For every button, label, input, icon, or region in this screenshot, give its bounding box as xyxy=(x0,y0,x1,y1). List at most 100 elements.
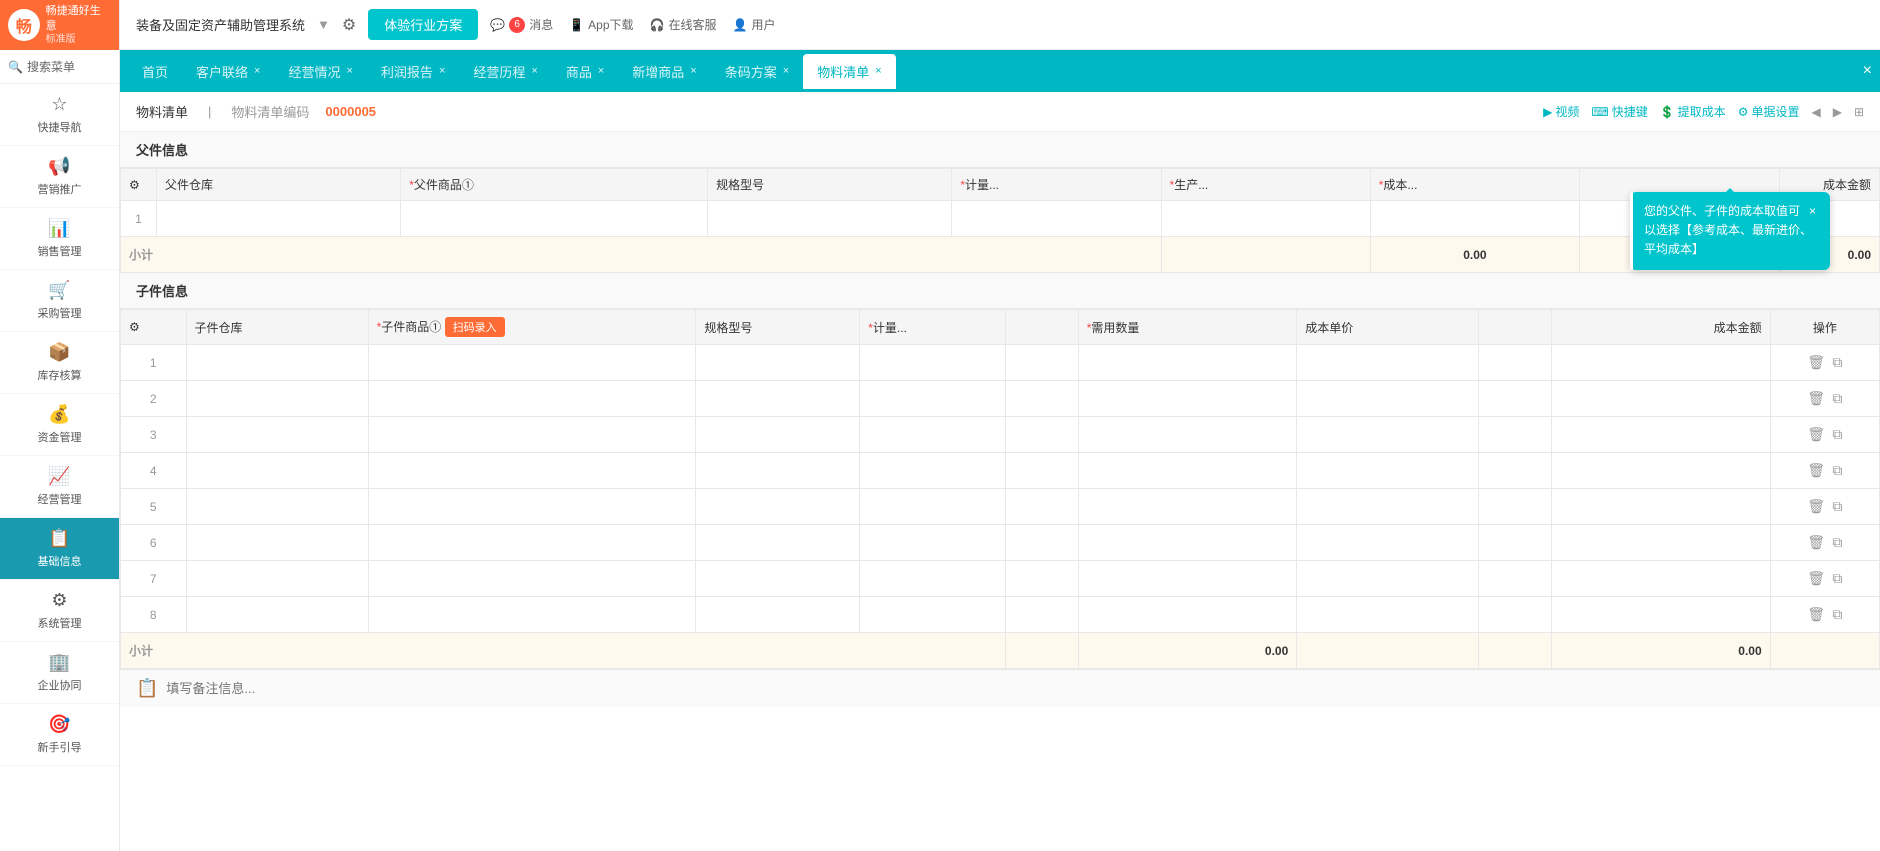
parent-col-spec: 规格型号 xyxy=(708,169,952,201)
tab-bom[interactable]: 物料清单 × xyxy=(803,54,895,89)
tab-label: 经营历程 xyxy=(473,62,525,81)
parent-product-cell[interactable] xyxy=(401,201,708,237)
copy-icon[interactable]: ⧉ xyxy=(1832,498,1842,514)
scan-button[interactable]: 扫码录入 xyxy=(445,317,505,337)
settings-icon[interactable]: ⚙ xyxy=(342,15,356,35)
tab-operations[interactable]: 经营情况 × xyxy=(274,54,366,89)
tab-home[interactable]: 首页 xyxy=(128,54,182,89)
sidebar-item-label: 经营管理 xyxy=(38,491,82,507)
tab-close-icon[interactable]: × xyxy=(783,65,789,77)
sidebar-item-marketing[interactable]: 📢 营销推广 xyxy=(0,146,119,208)
app-download-item[interactable]: 📱 App下载 xyxy=(569,16,633,33)
tab-barcode[interactable]: 条码方案 × xyxy=(711,54,803,89)
tab-history[interactable]: 经营历程 × xyxy=(459,54,551,89)
close-all-tabs[interactable]: × xyxy=(1863,62,1872,80)
tab-label: 新增商品 xyxy=(632,62,684,81)
copy-icon[interactable]: ⧉ xyxy=(1832,354,1842,370)
note-input[interactable] xyxy=(166,681,466,696)
sidebar-item-system[interactable]: ⚙ 系统管理 xyxy=(0,580,119,642)
tab-label: 物料清单 xyxy=(817,62,869,81)
parent-spec-cell[interactable] xyxy=(708,201,952,237)
tab-customer[interactable]: 客户联络 × xyxy=(182,54,274,89)
nav-next[interactable]: ▶ xyxy=(1833,105,1842,119)
search-menu[interactable]: 🔍 搜索菜单 xyxy=(0,50,119,84)
keyboard-icon: ⌨ xyxy=(1591,105,1608,119)
sidebar-item-enterprise[interactable]: 🏢 企业协同 xyxy=(0,642,119,704)
top-header: 装备及固定资产辅助管理系统 ▼ ⚙ 体验行业方案 💬 6 消息 📱 App下载 … xyxy=(120,0,1880,50)
copy-icon[interactable]: ⧉ xyxy=(1832,462,1842,478)
child-row-actions: 🗑 ⧉ xyxy=(1770,489,1879,525)
child-spec-cell[interactable] xyxy=(696,345,860,381)
tab-close-icon[interactable]: × xyxy=(254,65,260,77)
tab-close-icon[interactable]: × xyxy=(531,65,537,77)
tab-product[interactable]: 商品 × xyxy=(552,54,618,89)
app-download-label: App下载 xyxy=(588,16,633,33)
sidebar-item-inventory[interactable]: 📦 库存核算 xyxy=(0,332,119,394)
sidebar-item-purchase[interactable]: 🛒 采购管理 xyxy=(0,270,119,332)
parent-cost-cell[interactable] xyxy=(1370,201,1579,237)
delete-icon[interactable]: 🗑 xyxy=(1807,462,1825,478)
single-settings-btn[interactable]: ⚙ 单据设置 xyxy=(1738,103,1800,120)
child-qty-cell[interactable] xyxy=(1078,345,1297,381)
sidebar-item-quick-nav[interactable]: ☆ 快捷导航 xyxy=(0,84,119,146)
parent-warehouse-cell[interactable] xyxy=(157,201,401,237)
delete-icon[interactable]: 🗑 xyxy=(1807,498,1825,514)
child-cost-unit-cell[interactable] xyxy=(1297,345,1479,381)
tab-close-icon[interactable]: × xyxy=(875,65,881,77)
parent-unit-cell[interactable] xyxy=(952,201,1161,237)
tooltip-bar xyxy=(1630,192,1633,270)
grid-view[interactable]: ⊞ xyxy=(1854,105,1864,119)
copy-icon[interactable]: ⧉ xyxy=(1832,426,1842,442)
extract-cost-btn[interactable]: 💲 提取成本 xyxy=(1660,103,1726,120)
child-col-settings[interactable]: ⚙ xyxy=(121,310,187,345)
delete-icon[interactable]: 🗑 xyxy=(1807,390,1825,406)
copy-icon[interactable]: ⧉ xyxy=(1832,534,1842,550)
tab-label: 条码方案 xyxy=(725,62,777,81)
sidebar-item-sales[interactable]: 📊 销售管理 xyxy=(0,208,119,270)
trial-button[interactable]: 体验行业方案 xyxy=(368,9,478,40)
tab-close-icon[interactable]: × xyxy=(690,65,696,77)
delete-icon[interactable]: 🗑 xyxy=(1807,606,1825,622)
tab-close-icon[interactable]: × xyxy=(439,65,445,77)
sidebar-item-finance[interactable]: 💰 资金管理 xyxy=(0,394,119,456)
delete-icon[interactable]: 🗑 xyxy=(1807,570,1825,586)
tooltip-close-btn[interactable]: × xyxy=(1809,202,1816,221)
child-product-cell[interactable] xyxy=(368,345,696,381)
tab-profit[interactable]: 利润报告 × xyxy=(367,54,459,89)
breadcrumb-bom[interactable]: 物料清单 xyxy=(136,102,188,121)
parent-col-settings[interactable]: ⚙ xyxy=(121,169,157,201)
quick-nav-icon: ☆ xyxy=(51,94,67,115)
copy-icon[interactable]: ⧉ xyxy=(1832,570,1842,586)
sidebar-item-basic-info[interactable]: 📋 基础信息 xyxy=(0,518,119,580)
delete-icon[interactable]: 🗑 xyxy=(1807,426,1825,442)
dropdown-arrow[interactable]: ▼ xyxy=(317,17,330,32)
copy-icon[interactable]: ⧉ xyxy=(1832,606,1842,622)
child-col-actions: 操作 xyxy=(1770,310,1879,345)
view-btn[interactable]: ▶ 视频 xyxy=(1543,103,1579,120)
sidebar-item-label: 库存核算 xyxy=(38,367,82,383)
child-col-product: *子件商品① 扫码录入 xyxy=(368,310,696,345)
page-header: 物料清单 | 物料清单编码 0000005 ▶ 视频 ⌨ 快捷键 💲 提取成本 … xyxy=(120,92,1880,132)
online-service-item[interactable]: 🎧 在线客服 xyxy=(650,16,717,33)
tab-close-icon[interactable]: × xyxy=(346,65,352,77)
parent-production-cell[interactable] xyxy=(1161,201,1370,237)
sidebar-item-guide[interactable]: 🎯 新手引导 xyxy=(0,704,119,766)
shortcut-btn[interactable]: ⌨ 快捷键 xyxy=(1591,103,1647,120)
system-title: 装备及固定资产辅助管理系统 xyxy=(136,15,305,34)
message-item[interactable]: 💬 6 消息 xyxy=(490,16,553,33)
child-warehouse-cell[interactable] xyxy=(186,345,368,381)
user-item[interactable]: 👤 用户 xyxy=(733,16,776,33)
copy-icon[interactable]: ⧉ xyxy=(1832,390,1842,406)
nav-prev[interactable]: ◀ xyxy=(1811,105,1820,119)
parent-col-product: *父件商品① xyxy=(401,169,708,201)
sidebar-item-operations[interactable]: 📈 经营管理 xyxy=(0,456,119,518)
tab-new-product[interactable]: 新增商品 × xyxy=(618,54,710,89)
parent-col-production: *生产... xyxy=(1161,169,1370,201)
delete-icon[interactable]: 🗑 xyxy=(1807,354,1825,370)
logo-text: 畅捷通好生意 标准版 xyxy=(46,4,111,46)
parent-subtotal-label: 小计 xyxy=(121,237,1162,273)
delete-icon[interactable]: 🗑 xyxy=(1807,534,1825,550)
child-unit-cell[interactable] xyxy=(860,345,1006,381)
tab-label: 经营情况 xyxy=(288,62,340,81)
tab-close-icon[interactable]: × xyxy=(598,65,604,77)
